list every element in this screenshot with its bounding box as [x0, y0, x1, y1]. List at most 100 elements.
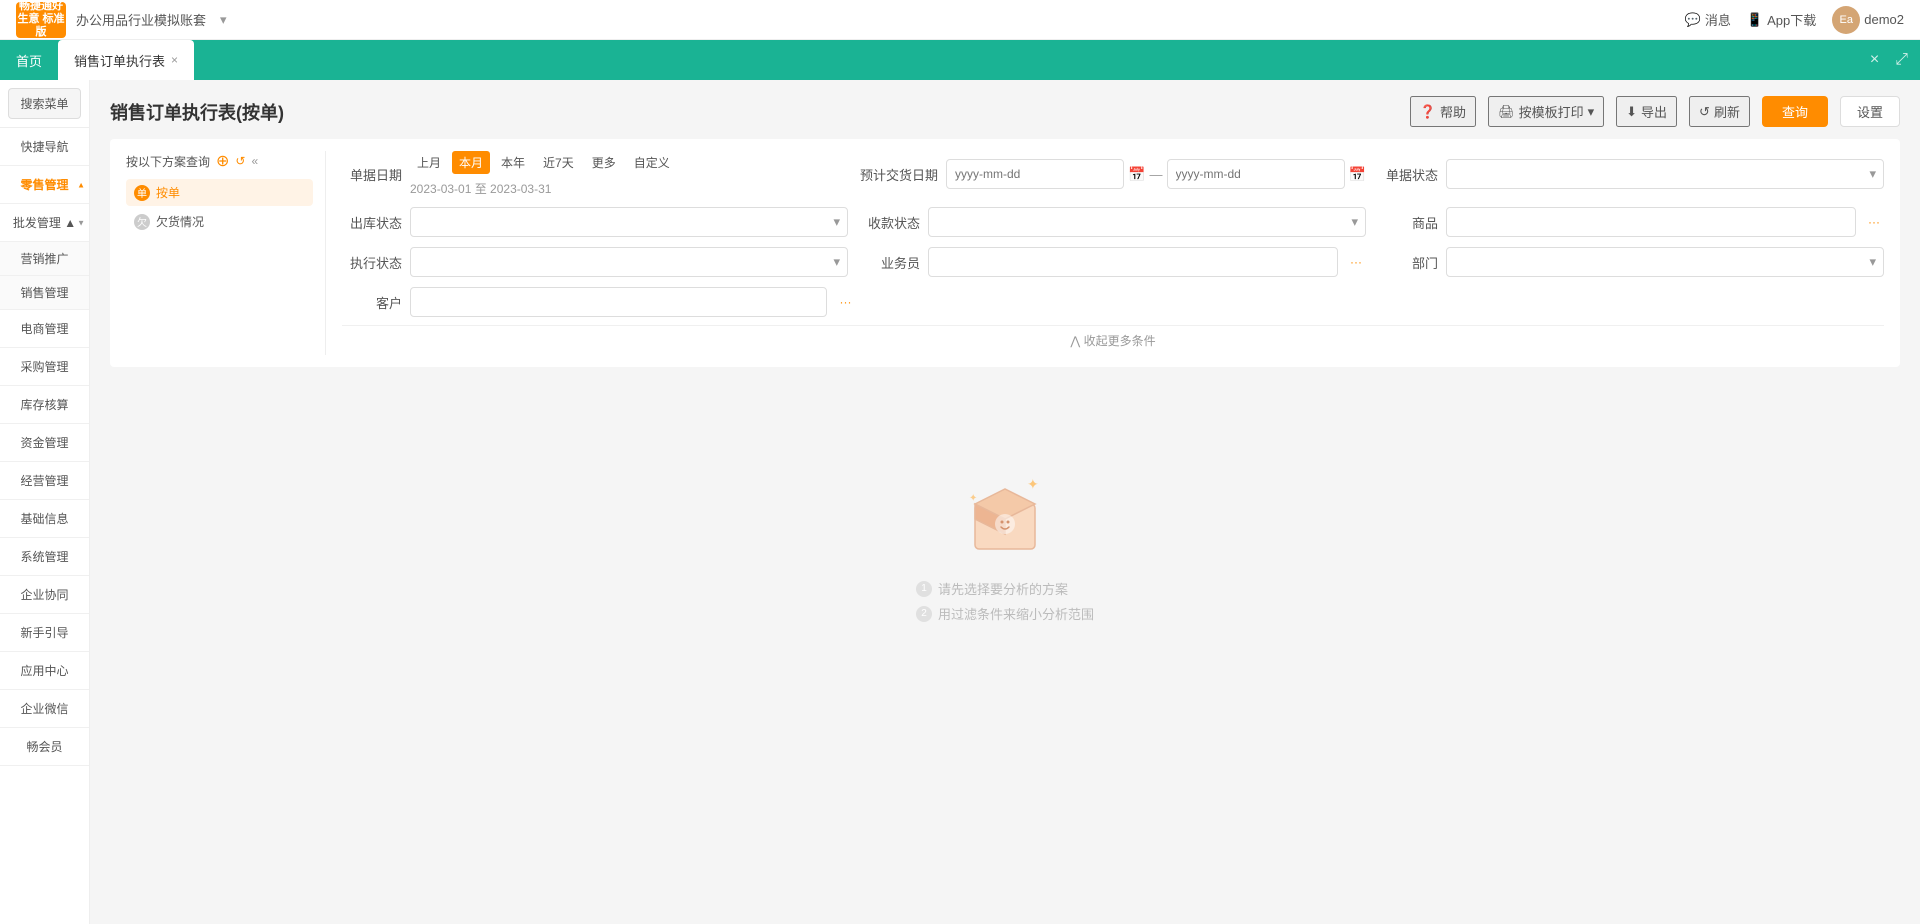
- message-icon: 💬: [1685, 12, 1701, 28]
- export-button[interactable]: ⬇ 导出: [1616, 96, 1677, 127]
- doc-status-label: 单据状态: [1378, 165, 1438, 184]
- sidebar-item-app-center[interactable]: 应用中心: [0, 652, 89, 690]
- ship-status-select[interactable]: [410, 207, 848, 237]
- collapse-more-button[interactable]: ⋀ 收起更多条件: [342, 325, 1884, 355]
- page-title: 销售订单执行表(按单): [110, 99, 284, 125]
- cur-year-button[interactable]: 本年: [494, 151, 532, 174]
- add-scheme-icon[interactable]: ⊕: [216, 151, 229, 171]
- receive-status-select-wrap: ▾: [928, 207, 1366, 237]
- dept-select[interactable]: [1446, 247, 1884, 277]
- date-quick-buttons: 上月 本月 本年 近7天 更多 自定义: [410, 151, 848, 174]
- filter-row-4: 客户 ···: [342, 287, 1884, 317]
- filter-scheme-panel: 按以下方案查询 ⊕ ↺ « 单 按单 欠 欠货: [126, 151, 326, 355]
- goods-input[interactable]: [1446, 207, 1856, 237]
- tab-home[interactable]: 首页: [0, 40, 58, 80]
- prev-month-button[interactable]: 上月: [410, 151, 448, 174]
- message-button[interactable]: 💬 消息: [1685, 10, 1731, 29]
- cur-month-button[interactable]: 本月: [452, 151, 490, 174]
- sidebar-item-finance[interactable]: 资金管理: [0, 424, 89, 462]
- sidebar-item-basic-info[interactable]: 基础信息: [0, 500, 89, 538]
- expected-date-start-calendar-icon[interactable]: 📅: [1128, 166, 1145, 183]
- search-menu-button[interactable]: 搜索菜单: [8, 88, 81, 119]
- sidebar-item-enterprise-wechat[interactable]: 企业微信: [0, 690, 89, 728]
- collapse-label: 收起更多条件: [1084, 334, 1156, 348]
- sidebar-item-quick-nav[interactable]: 快捷导航: [0, 128, 89, 166]
- scheme-item-shortage[interactable]: 欠 欠货情况: [126, 208, 313, 235]
- empty-tip-2: 2 用过滤条件来缩小分析范围: [916, 604, 1094, 623]
- settings-button[interactable]: 设置: [1840, 96, 1900, 127]
- salesperson-label: 业务员: [860, 253, 920, 272]
- sidebar-item-operation[interactable]: 经营管理: [0, 462, 89, 500]
- print-dropdown-icon: ▾: [1588, 104, 1595, 120]
- app-download-button[interactable]: 📱 App下载: [1747, 10, 1816, 29]
- expected-date-end-calendar-icon[interactable]: 📅: [1349, 166, 1366, 183]
- window-close-button[interactable]: ×: [1866, 51, 1883, 69]
- message-label: 消息: [1705, 10, 1731, 29]
- sidebar-item-member[interactable]: 畅会员: [0, 728, 89, 766]
- user-profile[interactable]: Ea demo2: [1832, 6, 1904, 34]
- refresh-button[interactable]: ↺ 刷新: [1689, 96, 1750, 127]
- page-content: 销售订单执行表(按单) ❓ 帮助 🖨 按模板打印 ▾ ⬇ 导出: [90, 80, 1920, 719]
- customer-label: 客户: [342, 293, 402, 312]
- customer-more-icon[interactable]: ···: [835, 295, 855, 309]
- collapse-scheme-icon[interactable]: «: [251, 154, 258, 168]
- sidebar-item-enterprise-collab[interactable]: 企业协同: [0, 576, 89, 614]
- sidebar-item-system[interactable]: 系统管理: [0, 538, 89, 576]
- app-title-dropdown-icon[interactable]: ▾: [220, 12, 227, 28]
- expected-date-range: 📅 — 📅: [946, 159, 1366, 189]
- goods-label: 商品: [1378, 213, 1438, 232]
- sidebar-item-ecommerce[interactable]: 电商管理: [0, 310, 89, 348]
- collapse-icon: ⋀: [1070, 334, 1080, 348]
- print-button[interactable]: 🖨 按模板打印 ▾: [1488, 96, 1604, 127]
- dept-select-wrap: ▾: [1446, 247, 1884, 277]
- scheme-item-by-order[interactable]: 单 按单: [126, 179, 313, 206]
- scheme-icon-shortage: 欠: [134, 214, 150, 230]
- help-button[interactable]: ❓ 帮助: [1410, 96, 1476, 127]
- more-date-button[interactable]: 更多: [585, 151, 623, 174]
- salesperson-more-icon[interactable]: ···: [1346, 255, 1366, 269]
- filter-section: 按以下方案查询 ⊕ ↺ « 单 按单 欠 欠货: [126, 151, 1884, 355]
- customer-input[interactable]: [410, 287, 827, 317]
- exec-status-select[interactable]: [410, 247, 848, 277]
- sidebar-item-new-guide[interactable]: 新手引导: [0, 614, 89, 652]
- empty-tip-1: 1 请先选择要分析的方案: [916, 579, 1094, 598]
- scheme-label-by-order: 按单: [156, 184, 180, 201]
- window-expand-button[interactable]: ⤢: [1891, 51, 1912, 69]
- tab-home-label: 首页: [16, 51, 42, 70]
- nav-tabs: 首页 销售订单执行表 × × ⤢: [0, 40, 1920, 80]
- svg-text:✦: ✦: [969, 493, 977, 504]
- filter-field-doc-status: 单据状态 ▾: [1378, 159, 1884, 189]
- tab-sales-order-exec-label: 销售订单执行表: [74, 51, 165, 70]
- doc-date-label: 单据日期: [342, 165, 402, 184]
- sidebar-item-sales-mgmt[interactable]: 销售管理: [0, 276, 89, 310]
- doc-status-select[interactable]: [1446, 159, 1884, 189]
- expected-date-end-input[interactable]: [1167, 159, 1345, 189]
- recent7-button[interactable]: 近7天: [536, 151, 581, 174]
- sidebar-item-wholesale[interactable]: 批发管理 ▲: [0, 204, 89, 242]
- tab-sales-order-exec[interactable]: 销售订单执行表 ×: [58, 40, 194, 80]
- sidebar-item-inventory[interactable]: 库存核算: [0, 386, 89, 424]
- sidebar-item-retail[interactable]: 零售管理: [0, 166, 89, 204]
- exec-status-select-wrap: ▾: [410, 247, 848, 277]
- content-area: 销售订单执行表(按单) ❓ 帮助 🖨 按模板打印 ▾ ⬇ 导出: [90, 80, 1920, 924]
- doc-status-select-wrap: ▾: [1446, 159, 1884, 189]
- refresh-scheme-icon[interactable]: ↺: [235, 154, 245, 168]
- export-label: 导出: [1641, 102, 1667, 121]
- receive-status-label: 收款状态: [860, 213, 920, 232]
- sidebar-search: 搜索菜单: [0, 80, 89, 128]
- custom-date-button[interactable]: 自定义: [627, 151, 677, 174]
- receive-status-select[interactable]: [928, 207, 1366, 237]
- tab-close-button[interactable]: ×: [171, 53, 178, 67]
- expected-date-start-input[interactable]: [946, 159, 1124, 189]
- salesperson-input[interactable]: [928, 247, 1338, 277]
- top-bar: 畅捷通好生意 标准版 办公用品行业模拟账套 ▾ 💬 消息 📱 App下载 Ea …: [0, 0, 1920, 40]
- user-name: demo2: [1864, 12, 1904, 27]
- filter-rows: 单据日期 上月 本月 本年 近7天 更多 自定义: [342, 151, 1884, 317]
- scheme-label-shortage: 欠货情况: [156, 213, 204, 230]
- goods-more-icon[interactable]: ···: [1864, 215, 1884, 229]
- sidebar-item-purchase[interactable]: 采购管理: [0, 348, 89, 386]
- empty-tips: 1 请先选择要分析的方案 2 用过滤条件来缩小分析范围: [916, 579, 1094, 623]
- query-button[interactable]: 查询: [1762, 96, 1828, 127]
- sidebar-item-marketing[interactable]: 营销推广: [0, 242, 89, 276]
- filter-field-exec-status: 执行状态 ▾: [342, 247, 848, 277]
